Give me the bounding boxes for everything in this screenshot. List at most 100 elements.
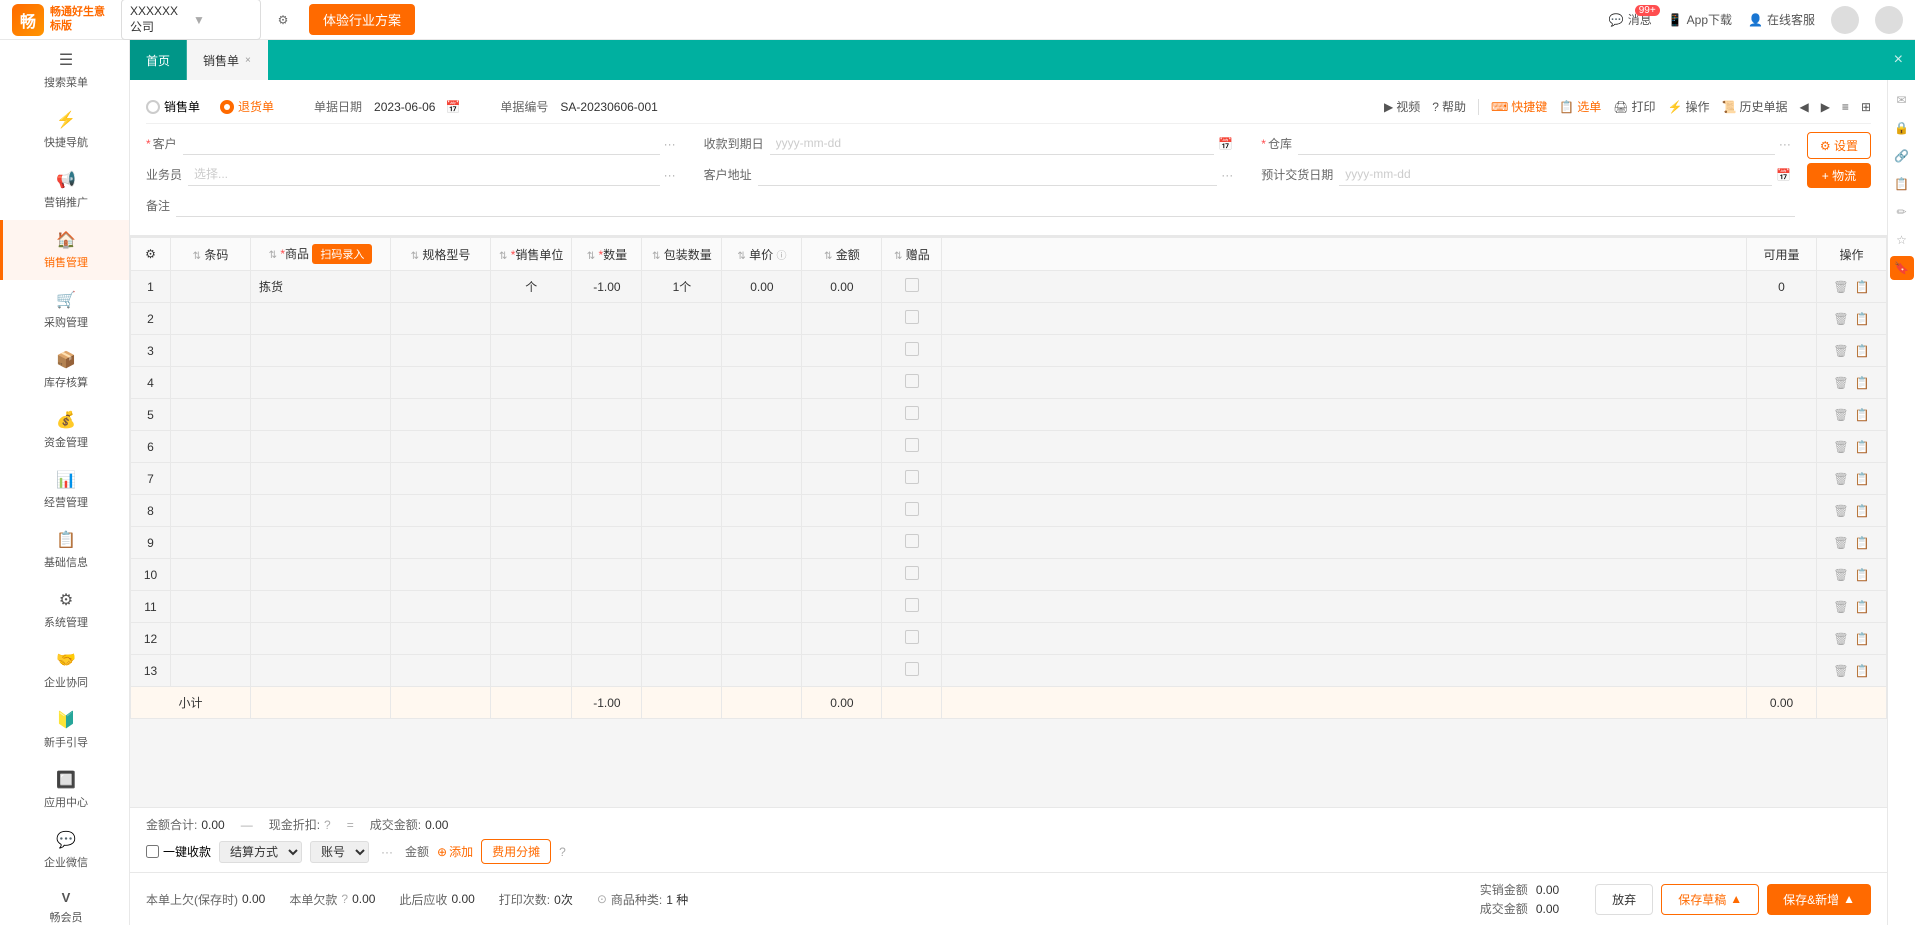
nav-next-btn[interactable]: ▶ [1821, 100, 1830, 114]
scan-button[interactable]: 扫码录入 [312, 244, 372, 264]
row-price[interactable] [722, 367, 802, 399]
row-pkgqty[interactable] [642, 367, 722, 399]
row-gift[interactable] [882, 303, 942, 335]
avatar-2[interactable] [1875, 6, 1903, 34]
delete-icon[interactable]: 🗑 [1833, 504, 1848, 518]
row-amount[interactable] [802, 367, 882, 399]
row-amount[interactable] [802, 463, 882, 495]
customer-input[interactable] [183, 132, 660, 155]
payment-due-input[interactable] [770, 132, 1215, 155]
gift-checkbox[interactable] [905, 630, 919, 644]
row-spec[interactable] [391, 271, 491, 303]
row-qty[interactable] [572, 335, 642, 367]
discard-button[interactable]: 放弃 [1595, 884, 1653, 915]
row-unit[interactable] [491, 399, 572, 431]
th-qty-sort[interactable]: ⇅ [587, 251, 595, 262]
row-pkgqty[interactable] [642, 335, 722, 367]
row-spec[interactable] [391, 399, 491, 431]
tab-sales-order[interactable]: 销售单 × [187, 40, 268, 80]
gift-checkbox[interactable] [905, 374, 919, 388]
row-barcode[interactable] [171, 463, 251, 495]
gift-checkbox[interactable] [905, 470, 919, 484]
row-qty[interactable] [572, 399, 642, 431]
row-spec[interactable] [391, 431, 491, 463]
row-amount[interactable] [802, 655, 882, 687]
row-price[interactable] [722, 527, 802, 559]
gift-checkbox[interactable] [905, 438, 919, 452]
th-barcode-sort[interactable]: ⇅ [193, 251, 201, 262]
tab-home[interactable]: 首页 [130, 40, 187, 80]
th-product-sort[interactable]: ⇅ [269, 250, 277, 261]
row-amount[interactable] [802, 303, 882, 335]
row-price[interactable] [722, 623, 802, 655]
warehouse-input[interactable]: 建材仓 [1298, 132, 1775, 155]
gift-checkbox[interactable] [905, 310, 919, 324]
row-amount[interactable] [802, 559, 882, 591]
sidebar-item-sales[interactable]: 🏠 销售管理 [0, 220, 129, 280]
gift-checkbox[interactable] [905, 278, 919, 292]
row-price[interactable] [722, 655, 802, 687]
row-barcode[interactable] [171, 399, 251, 431]
row-unit[interactable] [491, 303, 572, 335]
logistics-btn[interactable]: + 物流 [1807, 163, 1871, 188]
row-pkgqty[interactable] [642, 463, 722, 495]
row-price[interactable] [722, 335, 802, 367]
sidebar-item-vip[interactable]: V 畅会员 [0, 880, 129, 925]
sidebar-item-inventory[interactable]: 📦 库存核算 [0, 340, 129, 400]
row-barcode[interactable] [171, 271, 251, 303]
help-btn[interactable]: ? 帮助 [1432, 98, 1466, 115]
panel-link-icon[interactable]: 🔗 [1890, 144, 1914, 168]
row-gift[interactable] [882, 335, 942, 367]
row-qty[interactable] [572, 655, 642, 687]
row-product[interactable] [251, 367, 391, 399]
copy-icon[interactable]: 📋 [1855, 440, 1870, 454]
tab-close-icon[interactable]: × [245, 55, 251, 66]
row-price[interactable] [722, 559, 802, 591]
row-qty[interactable] [572, 527, 642, 559]
delete-icon[interactable]: 🗑 [1833, 536, 1848, 550]
row-product[interactable] [251, 527, 391, 559]
row-product[interactable] [251, 623, 391, 655]
copy-icon[interactable]: 📋 [1855, 632, 1870, 646]
fee-help-icon[interactable]: ? [559, 845, 566, 859]
fee-split-button[interactable]: 费用分摊 [481, 839, 551, 864]
th-pkgqty-sort[interactable]: ⇅ [652, 251, 660, 262]
row-gift[interactable] [882, 271, 942, 303]
row-amount[interactable] [802, 399, 882, 431]
row-barcode[interactable] [171, 623, 251, 655]
gift-checkbox[interactable] [905, 598, 919, 612]
copy-icon[interactable]: 📋 [1855, 408, 1870, 422]
row-price[interactable] [722, 463, 802, 495]
settings-btn[interactable]: ⚙ 设置 [1807, 132, 1871, 159]
row-gift[interactable] [882, 495, 942, 527]
panel-bookmark-icon[interactable]: 🔖 [1890, 256, 1914, 280]
add-button[interactable]: ⊕ 添加 [437, 843, 473, 860]
warehouse-more-icon[interactable]: ··· [1775, 137, 1795, 151]
row-price[interactable] [722, 431, 802, 463]
row-unit[interactable] [491, 431, 572, 463]
th-amount-sort[interactable]: ⇅ [824, 251, 832, 262]
print-btn[interactable]: 🖨 打印 [1613, 98, 1655, 115]
panel-edit-icon[interactable]: ✏ [1890, 200, 1914, 224]
panel-lock-icon[interactable]: 🔒 [1890, 116, 1914, 140]
delete-icon[interactable]: 🗑 [1833, 632, 1848, 646]
history-btn[interactable]: 📜 历史单据 [1721, 98, 1787, 115]
panel-message-icon[interactable]: ✉ [1890, 88, 1914, 112]
row-spec[interactable] [391, 655, 491, 687]
row-qty[interactable] [572, 303, 642, 335]
row-spec[interactable] [391, 527, 491, 559]
row-pkgqty[interactable] [642, 623, 722, 655]
delete-icon[interactable]: 🗑 [1833, 280, 1848, 294]
delete-icon[interactable]: 🗑 [1833, 344, 1848, 358]
row-product[interactable] [251, 591, 391, 623]
copy-icon[interactable]: 📋 [1855, 536, 1870, 550]
sidebar-item-apps[interactable]: 🔲 应用中心 [0, 760, 129, 820]
row-pkgqty[interactable] [642, 399, 722, 431]
row-price[interactable] [722, 591, 802, 623]
gift-checkbox[interactable] [905, 662, 919, 676]
row-pkgqty[interactable] [642, 303, 722, 335]
row-gift[interactable] [882, 559, 942, 591]
sidebar-item-shortcut[interactable]: ⚡ 快捷导航 [0, 100, 129, 160]
row-pkgqty[interactable] [642, 591, 722, 623]
discount-help-icon[interactable]: ? [324, 818, 331, 832]
